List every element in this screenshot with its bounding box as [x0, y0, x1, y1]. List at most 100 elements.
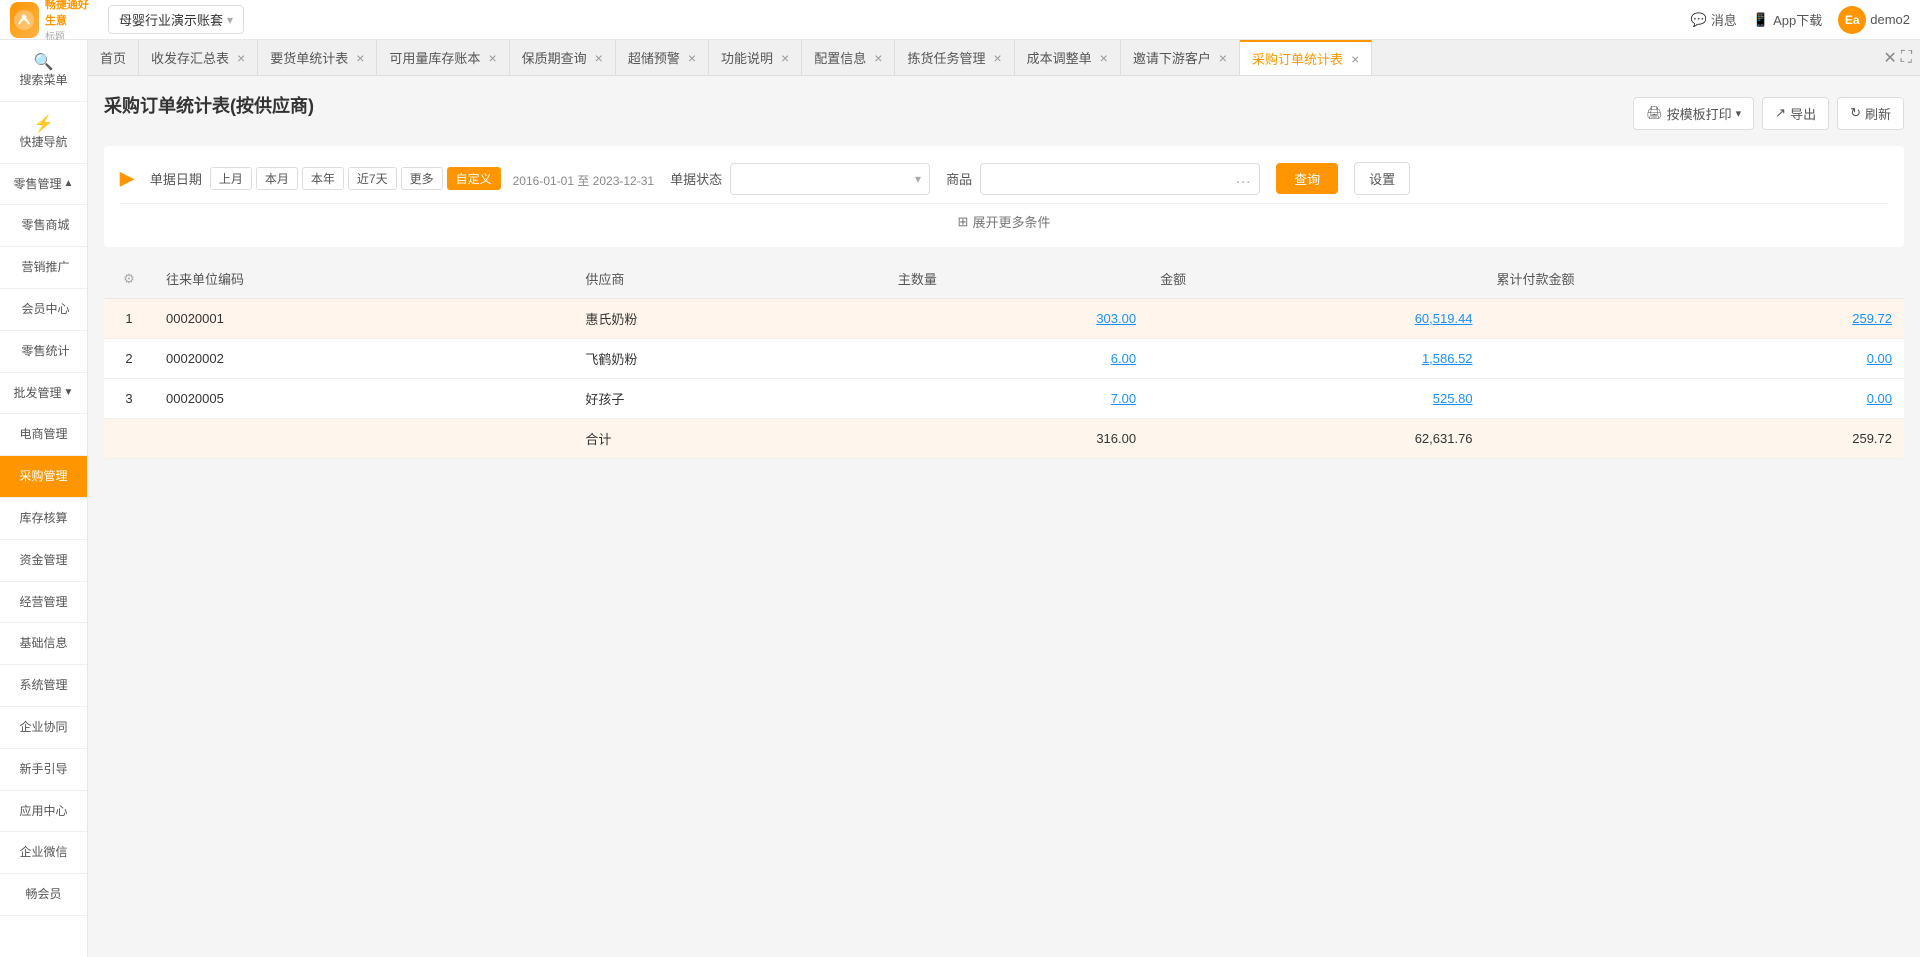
footer-cumulative-paid: 259.72 [1485, 419, 1904, 459]
refresh-icon: ↻ [1850, 105, 1861, 121]
export-icon: ↗ [1775, 105, 1786, 121]
sidebar-item-guide[interactable]: 新手引导 [0, 749, 87, 791]
tab-cost-adjust[interactable]: 成本调整单 × [1015, 40, 1121, 76]
date-filter-label: 单据日期 [150, 169, 202, 188]
message-action[interactable]: 💬 消息 [1691, 10, 1737, 29]
filter-card: ▶ 单据日期 上月 本月 本年 近7天 更多 自定义 [104, 146, 1904, 247]
tab-home[interactable]: 首页 [88, 40, 139, 76]
status-select-arrow: ▾ [915, 172, 921, 186]
sidebar-item-vip[interactable]: 畅会员 [0, 874, 87, 916]
tab-invite-downstream[interactable]: 邀请下游客户 × [1121, 40, 1240, 76]
date-shortcuts: 上月 本月 本年 近7天 更多 自定义 [210, 167, 501, 190]
tab-warranty-query-close[interactable]: × [595, 50, 603, 66]
sidebar-item-retail-stats[interactable]: 零售统计 [0, 331, 87, 373]
tab-purchase-order-stats-label: 采购订单统计表 [1252, 49, 1343, 68]
download-icon: 📱 [1753, 12, 1769, 28]
sidebar-item-member[interactable]: 会员中心 [0, 289, 87, 331]
tab-goods-stats-close[interactable]: × [356, 50, 364, 66]
sidebar-item-quick-nav[interactable]: ⚡ 快捷导航 [0, 102, 87, 164]
template-print-button[interactable]: 🖨 按模板打印 ▾ [1633, 97, 1754, 130]
date-shortcut-last-month[interactable]: 上月 [210, 167, 252, 190]
expand-more-icon: ⊞ [958, 214, 969, 230]
tab-overstock-warning-close[interactable]: × [688, 50, 696, 66]
date-shortcut-more[interactable]: 更多 [401, 167, 443, 190]
tab-picking-task[interactable]: 拣货任务管理 × [895, 40, 1014, 76]
sidebar-item-inventory[interactable]: 库存核算 [0, 498, 87, 540]
tab-function-desc[interactable]: 功能说明 × [709, 40, 802, 76]
app-download-action[interactable]: 📱 App下载 [1753, 10, 1822, 29]
date-shortcut-custom[interactable]: 自定义 [447, 167, 501, 190]
tab-overstock-warning[interactable]: 超储预警 × [616, 40, 709, 76]
tab-receive-summary-close[interactable]: × [237, 50, 245, 66]
cell-main-qty: 303.00 [886, 299, 1148, 339]
date-shortcut-this-month[interactable]: 本月 [256, 167, 298, 190]
user-action[interactable]: Ea demo2 [1838, 6, 1910, 34]
sidebar-item-basic-info[interactable]: 基础信息 [0, 623, 87, 665]
tab-config-info[interactable]: 配置信息 × [802, 40, 895, 76]
cell-unit-code: 00020005 [154, 379, 573, 419]
tab-goods-stats[interactable]: 要货单统计表 × [258, 40, 377, 76]
tab-maximize-icon[interactable]: ⛶ [1901, 49, 1912, 67]
tab-available-inventory[interactable]: 可用量库存账本 × [377, 40, 509, 76]
table-row[interactable]: 1 00020001 惠氏奶粉 303.00 60,519.44 259.72 [104, 299, 1904, 339]
col-cumulative-paid: 累计付款金额 [1485, 259, 1904, 299]
col-setting: ⚙ [104, 259, 154, 299]
tab-function-desc-close[interactable]: × [781, 50, 789, 66]
table-row[interactable]: 3 00020005 好孩子 7.00 525.80 0.00 [104, 379, 1904, 419]
user-initial: Ea [1845, 13, 1860, 27]
cell-no: 3 [104, 379, 154, 419]
sidebar-item-wechat[interactable]: 企业微信 [0, 832, 87, 874]
sidebar-item-finance[interactable]: 资金管理 [0, 540, 87, 582]
status-select[interactable]: ▾ [730, 163, 930, 195]
sidebar-item-purchase[interactable]: 采购管理 [0, 456, 87, 498]
date-range-display: 2016-01-01 至 2023-12-31 [513, 172, 654, 189]
table-setting-icon[interactable]: ⚙ [123, 271, 135, 286]
sidebar-item-retail[interactable]: 零售管理 ▲ [0, 164, 87, 206]
goods-input[interactable]: … [980, 163, 1260, 195]
date-shortcut-7days[interactable]: 近7天 [348, 167, 397, 190]
cell-unit-code: 00020001 [154, 299, 573, 339]
status-filter-label: 单据状态 [670, 169, 722, 188]
tab-purchase-order-stats[interactable]: 采购订单统计表 × [1240, 40, 1372, 76]
logo-area: 畅捷通好生意 标题 [10, 0, 98, 43]
tab-cost-adjust-close[interactable]: × [1100, 50, 1108, 66]
logo-text: 畅捷通好生意 标题 [45, 0, 98, 43]
sidebar-item-marketing[interactable]: 营销推广 [0, 247, 87, 289]
tab-picking-task-close[interactable]: × [993, 50, 1001, 66]
goods-more-icon[interactable]: … [1235, 170, 1251, 188]
sidebar: 🔍 搜索菜单 ⚡ 快捷导航 零售管理 ▲ 零售商城 营销推广 会员中心 零售统计 [0, 40, 88, 957]
settings-button[interactable]: 设置 [1354, 162, 1410, 195]
export-button[interactable]: ↗ 导出 [1762, 97, 1829, 130]
tab-receive-summary[interactable]: 收发存汇总表 × [139, 40, 258, 76]
sidebar-item-search[interactable]: 🔍 搜索菜单 [0, 40, 87, 102]
cell-main-qty: 7.00 [886, 379, 1148, 419]
table-row[interactable]: 2 00020002 飞鹤奶粉 6.00 1,586.52 0.00 [104, 339, 1904, 379]
tab-available-inventory-close[interactable]: × [488, 50, 496, 66]
tab-purchase-order-stats-close[interactable]: × [1351, 51, 1359, 67]
tab-close-all-icon[interactable]: ✕ [1883, 48, 1896, 68]
sidebar-item-app-center[interactable]: 应用中心 [0, 791, 87, 833]
cell-cumulative-paid: 0.00 [1485, 379, 1904, 419]
date-shortcut-this-year[interactable]: 本年 [302, 167, 344, 190]
avatar: Ea [1838, 6, 1866, 34]
content-area: 首页 收发存汇总表 × 要货单统计表 × 可用量库存账本 × 保质期查询 × [88, 40, 1920, 957]
cell-cumulative-paid: 0.00 [1485, 339, 1904, 379]
sidebar-item-operations[interactable]: 经营管理 [0, 582, 87, 624]
tab-config-info-close[interactable]: × [874, 50, 882, 66]
workspace-selector[interactable]: 母婴行业演示账套 ▾ [108, 5, 244, 34]
refresh-button[interactable]: ↻ 刷新 [1837, 97, 1904, 130]
query-button[interactable]: 查询 [1276, 163, 1338, 194]
workspace-label: 母婴行业演示账套 [119, 10, 223, 29]
cell-main-qty: 6.00 [886, 339, 1148, 379]
table-wrap: ⚙ 往来单位编码 供应商 主数量 金额 累计付款金额 1 00020001 [104, 259, 1904, 459]
tab-invite-downstream-close[interactable]: × [1219, 50, 1227, 66]
expand-more-button[interactable]: ⊞ 展开更多条件 [120, 203, 1888, 231]
filter-toggle-btn[interactable]: ▶ [120, 168, 134, 189]
sidebar-item-enterprise[interactable]: 企业协同 [0, 707, 87, 749]
sidebar-item-system[interactable]: 系统管理 [0, 665, 87, 707]
sidebar-item-retail-shop[interactable]: 零售商城 [0, 205, 87, 247]
sidebar-item-ecommerce[interactable]: 电商管理 [0, 414, 87, 456]
sidebar-item-wholesale[interactable]: 批发管理 ▼ [0, 373, 87, 415]
tab-warranty-query[interactable]: 保质期查询 × [510, 40, 616, 76]
cell-unit-code: 00020002 [154, 339, 573, 379]
